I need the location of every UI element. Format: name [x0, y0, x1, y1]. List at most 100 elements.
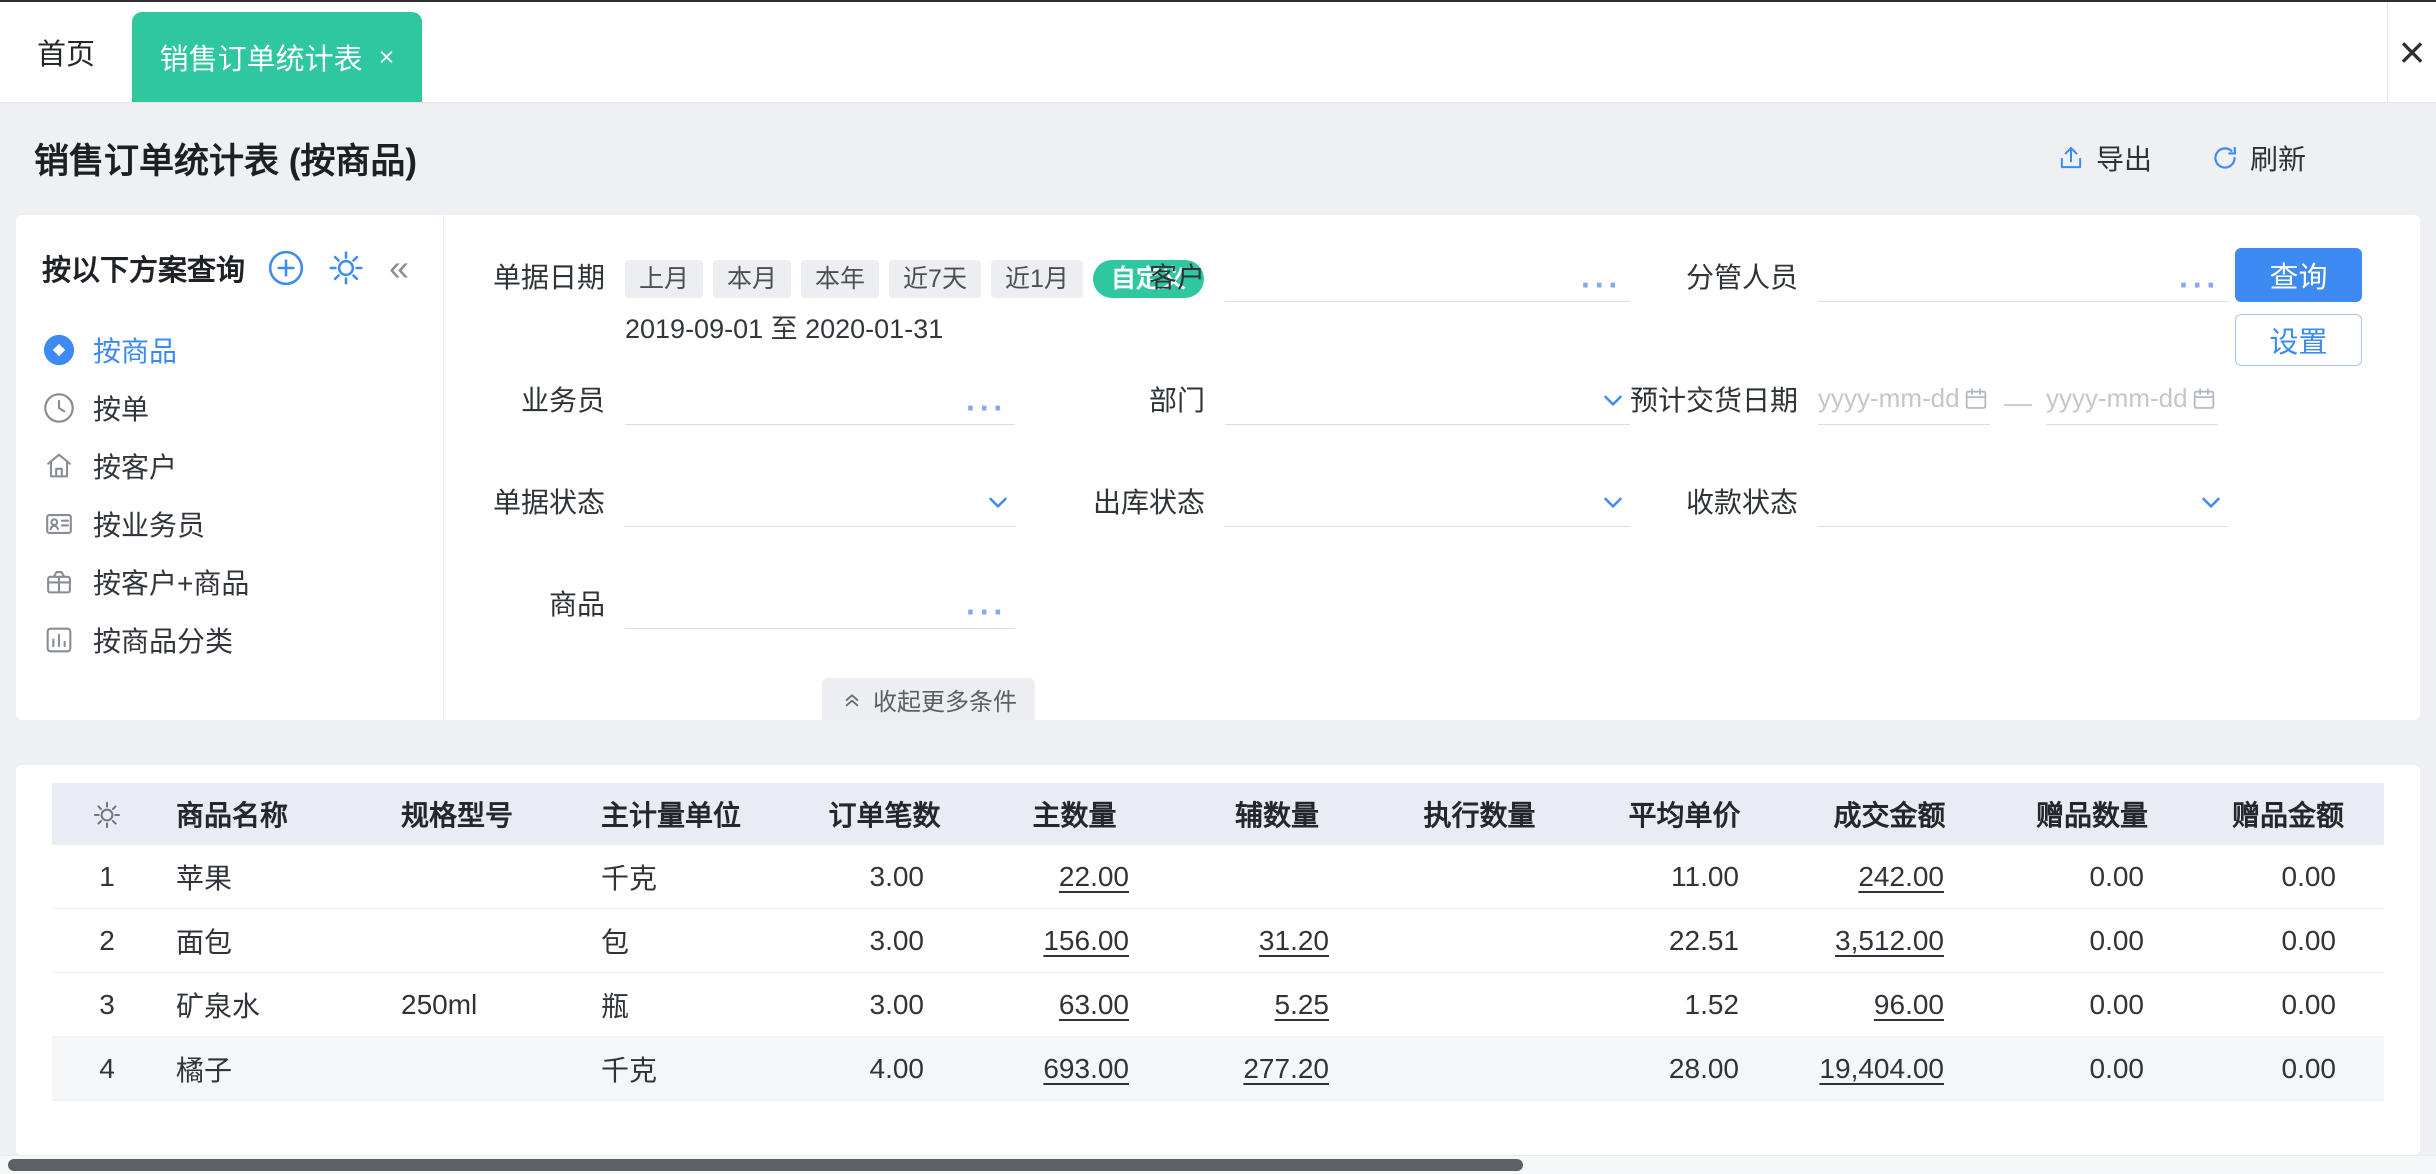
query-button[interactable]: 查询	[2235, 248, 2362, 302]
tab-home[interactable]: 首页	[0, 2, 132, 102]
scheme-header: 按以下方案查询 «	[42, 247, 443, 289]
export-button[interactable]: 导出	[2056, 138, 2152, 178]
cell-gift_qty: 0.00	[2089, 860, 2145, 892]
cell-amount[interactable]: 242.00	[1787, 861, 1992, 893]
filter-label-department: 部门	[1148, 385, 1205, 416]
manager-picker-icon[interactable]: ···	[2179, 269, 2220, 301]
filter-panel: 按以下方案查询 « 按商品按单按客户 按业务员 按客户+商品 按商品分类 单据日期 上…	[16, 215, 2420, 720]
table-settings-button[interactable]	[52, 798, 162, 831]
doc-status-select[interactable]	[625, 475, 1015, 527]
collapse-more-button[interactable]: 收起更多条件	[822, 678, 1035, 720]
cell-main_qty[interactable]: 22.00	[972, 861, 1177, 893]
app-window: 首页 销售订单统计表 × × 销售订单统计表 (按商品) 导出 刷新 按以下方案…	[0, 0, 2436, 1174]
customer-product-icon	[42, 565, 76, 599]
cell-avg_price: 11.00	[1671, 860, 1739, 892]
date-chip[interactable]: 本年	[801, 260, 880, 298]
cell-gift_amount: 0.00	[2281, 860, 2337, 892]
cell-amount[interactable]: 3,512.00	[1787, 925, 1992, 957]
cell-unit: 千克	[601, 1054, 658, 1086]
chevron-down-icon	[2196, 488, 2226, 518]
column-header: 主数量	[1032, 800, 1117, 831]
salesman-icon	[42, 507, 76, 541]
refresh-button[interactable]: 刷新	[2210, 138, 2306, 178]
column-header: 订单笔数	[828, 800, 941, 831]
cell-index: 4	[99, 1052, 115, 1084]
cell-index: 3	[99, 988, 115, 1020]
sidebar-item-按商品[interactable]: 按商品	[42, 321, 443, 379]
cell-main_qty[interactable]: 693.00	[972, 1053, 1177, 1085]
cell-gift_amount: 0.00	[2281, 1052, 2337, 1084]
cell-unit: 包	[601, 926, 630, 958]
column-header: 平均单价	[1628, 800, 1741, 831]
sidebar-item-按商品分类[interactable]: 按商品分类	[42, 611, 443, 669]
sidebar-item-按业务员[interactable]: 按业务员	[42, 495, 443, 553]
cell-orders: 3.00	[869, 860, 925, 892]
sidebar-item-label: 按商品	[93, 336, 178, 367]
cell-aux_qty[interactable]: 5.25	[1177, 989, 1377, 1021]
delivery-end-input[interactable]: yyyy-mm-dd	[2046, 373, 2218, 425]
cell-gift_qty: 0.00	[2089, 1052, 2145, 1084]
column-header: 执行数量	[1423, 800, 1536, 831]
cell-aux_qty[interactable]: 31.20	[1177, 925, 1377, 957]
table-row: 2 面包 包 3.00 156.00 31.20 22.51 3,512.00 0.00 0.00	[52, 909, 2384, 973]
horizontal-scrollbar[interactable]	[0, 1155, 2436, 1174]
table-gear-icon	[92, 800, 122, 830]
sidebar-item-按单[interactable]: 按单	[42, 379, 443, 437]
date-chip[interactable]: 近7天	[889, 260, 981, 298]
chevron-down-icon	[983, 488, 1013, 518]
date-chip[interactable]: 上月	[625, 260, 704, 298]
salesman-picker-icon[interactable]: ···	[966, 392, 1007, 424]
payment-status-select[interactable]	[1818, 475, 2228, 527]
cell-orders: 3.00	[869, 924, 925, 956]
sidebar-item-label: 按单	[93, 394, 150, 425]
order-icon	[42, 391, 76, 425]
filter-label-manager: 分管人员	[1685, 262, 1798, 293]
delivery-start-input[interactable]: yyyy-mm-dd	[1818, 373, 1990, 425]
date-range-text: 2019-09-01 至 2020-01-31	[625, 314, 944, 344]
filter-label-customer: 客户	[1148, 262, 1205, 293]
manager-input[interactable]: ···	[1818, 250, 2228, 302]
calendar-icon	[2190, 385, 2218, 413]
product-picker-icon[interactable]: ···	[966, 596, 1007, 628]
cell-amount[interactable]: 19,404.00	[1787, 1053, 1992, 1085]
date-chip[interactable]: 本月	[713, 260, 792, 298]
collapse-more-label: 收起更多条件	[873, 688, 1017, 716]
delivery-start-placeholder: yyyy-mm-dd	[1818, 383, 1960, 413]
filter-label-doc-status: 单据状态	[492, 487, 605, 518]
cell-main_qty[interactable]: 63.00	[972, 989, 1177, 1021]
cell-unit: 千克	[601, 862, 658, 894]
tab-close-icon[interactable]: ×	[379, 43, 395, 71]
cell-name: 面包	[176, 926, 233, 958]
cell-aux_qty[interactable]: 277.20	[1177, 1053, 1377, 1085]
customer-input[interactable]: ···	[1225, 250, 1630, 302]
filter-label-payment-status: 收款状态	[1685, 487, 1798, 518]
scheme-settings-gear-icon[interactable]	[327, 249, 365, 287]
cell-gift_qty: 0.00	[2089, 988, 2145, 1020]
tab-sales-order-report[interactable]: 销售订单统计表 ×	[132, 12, 422, 102]
collapse-sidebar-icon[interactable]: «	[389, 250, 409, 286]
table-row: 3 矿泉水 250ml 瓶 3.00 63.00 5.25 1.52 96.00 0.00 0.00	[52, 973, 2384, 1037]
cell-amount[interactable]: 96.00	[1787, 989, 1992, 1021]
column-header: 赠品金额	[2231, 800, 2344, 831]
cell-index: 2	[99, 924, 115, 956]
settings-button[interactable]: 设置	[2235, 314, 2362, 366]
sidebar-item-按客户[interactable]: 按客户	[42, 437, 443, 495]
column-header: 主计量单位	[601, 800, 742, 831]
cell-orders: 3.00	[869, 988, 925, 1020]
cell-avg_price: 1.52	[1684, 988, 1740, 1020]
cell-main_qty[interactable]: 156.00	[972, 925, 1177, 957]
cell-name: 橘子	[176, 1054, 233, 1086]
window-close-icon[interactable]: ×	[2399, 29, 2426, 75]
product-icon	[42, 333, 76, 367]
outbound-status-select[interactable]	[1225, 475, 1630, 527]
cell-spec: 250ml	[401, 988, 478, 1020]
page-actions: 导出 刷新	[2056, 138, 2306, 178]
sidebar-item-按客户+商品[interactable]: 按客户+商品	[42, 553, 443, 611]
page-title: 销售订单统计表 (按商品)	[34, 141, 418, 181]
salesman-input[interactable]: ···	[625, 373, 1015, 425]
add-scheme-icon[interactable]	[267, 249, 305, 287]
scrollbar-thumb[interactable]	[8, 1159, 1523, 1171]
product-input[interactable]: ···	[625, 577, 1015, 629]
department-select[interactable]	[1225, 373, 1630, 425]
filter-form: 单据日期 上月 本月 本年 近7天 近1月 自定义 2019-09-01 至 2020-0…	[444, 215, 2420, 720]
